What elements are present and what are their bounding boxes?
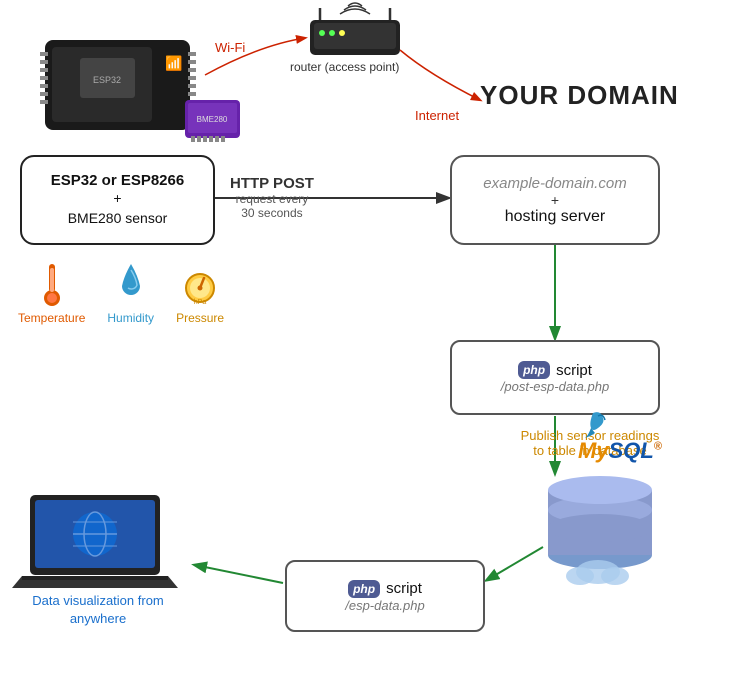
esp8266-label: ESP8266 — [121, 172, 184, 189]
humidity-sensor: Humidity — [107, 260, 154, 325]
php-script-label1: script — [556, 362, 592, 379]
thermometer-icon — [37, 260, 67, 308]
sensor-row: Temperature Humidity hPa Pressure — [18, 260, 224, 325]
domain-server: hosting server — [505, 208, 606, 226]
internet-label: Internet — [415, 108, 459, 123]
esp-device-box: ESP32 or ESP8266 + BME280 sensor — [20, 155, 215, 245]
mysql-sup: ® — [654, 441, 662, 453]
php-badge-text1: php — [523, 363, 545, 377]
humidity-icon — [116, 260, 146, 308]
pressure-icon: hPa — [183, 260, 218, 308]
svg-text:hPa: hPa — [193, 299, 206, 306]
http-post-label: HTTP POST request every 30 seconds — [230, 175, 314, 220]
mysql-dolphin-icon — [573, 408, 608, 443]
php-script-box2: php script /esp-data.php — [285, 560, 485, 632]
router-body — [310, 20, 400, 55]
mysql-logo: MySQL® — [578, 438, 662, 464]
your-domain-text: YOUR DOMAIN — [480, 80, 679, 111]
temperature-sensor: Temperature — [18, 260, 85, 325]
svg-text:ESP32: ESP32 — [93, 75, 121, 85]
wifi-label: Wi-Fi — [215, 40, 245, 55]
php-script-box1: php script /post-esp-data.php — [450, 340, 660, 415]
esp32-label: ESP32 — [51, 172, 98, 189]
http-post-sub2: 30 seconds — [230, 206, 314, 220]
domain-plus: + — [551, 192, 559, 208]
mysql-text2: SQL — [609, 438, 654, 463]
php-script-path1: /post-esp-data.php — [501, 379, 609, 394]
esp32-board — [45, 40, 190, 130]
php-script-row1: php script — [518, 361, 592, 379]
diagram: ESP32 BME280 📶 — [0, 0, 750, 680]
router-label: router (access point) — [290, 60, 399, 74]
php-badge-text2: php — [353, 582, 375, 596]
laptop-label: Data visualization from anywhere — [18, 592, 178, 628]
php-badge1: php — [518, 361, 550, 379]
humidity-label: Humidity — [107, 311, 154, 325]
php-script-label2: script — [386, 580, 422, 597]
temperature-label: Temperature — [18, 311, 85, 325]
pressure-sensor: hPa Pressure — [176, 260, 224, 325]
domain-url: example-domain.com — [483, 175, 626, 192]
esp-sub: + BME280 sensor — [68, 189, 168, 228]
http-post-title: HTTP POST — [230, 175, 314, 192]
pressure-label: Pressure — [176, 311, 224, 325]
svg-text:BME280: BME280 — [197, 115, 228, 124]
esp-title: ESP32 or ESP8266 — [51, 172, 184, 189]
php-script-row2: php script — [348, 580, 422, 598]
php-badge2: php — [348, 580, 380, 598]
svg-text:📶: 📶 — [165, 55, 182, 72]
domain-box: example-domain.com + hosting server — [450, 155, 660, 245]
http-post-sub1: request every — [230, 192, 314, 206]
php-script-path2: /esp-data.php — [345, 598, 425, 613]
